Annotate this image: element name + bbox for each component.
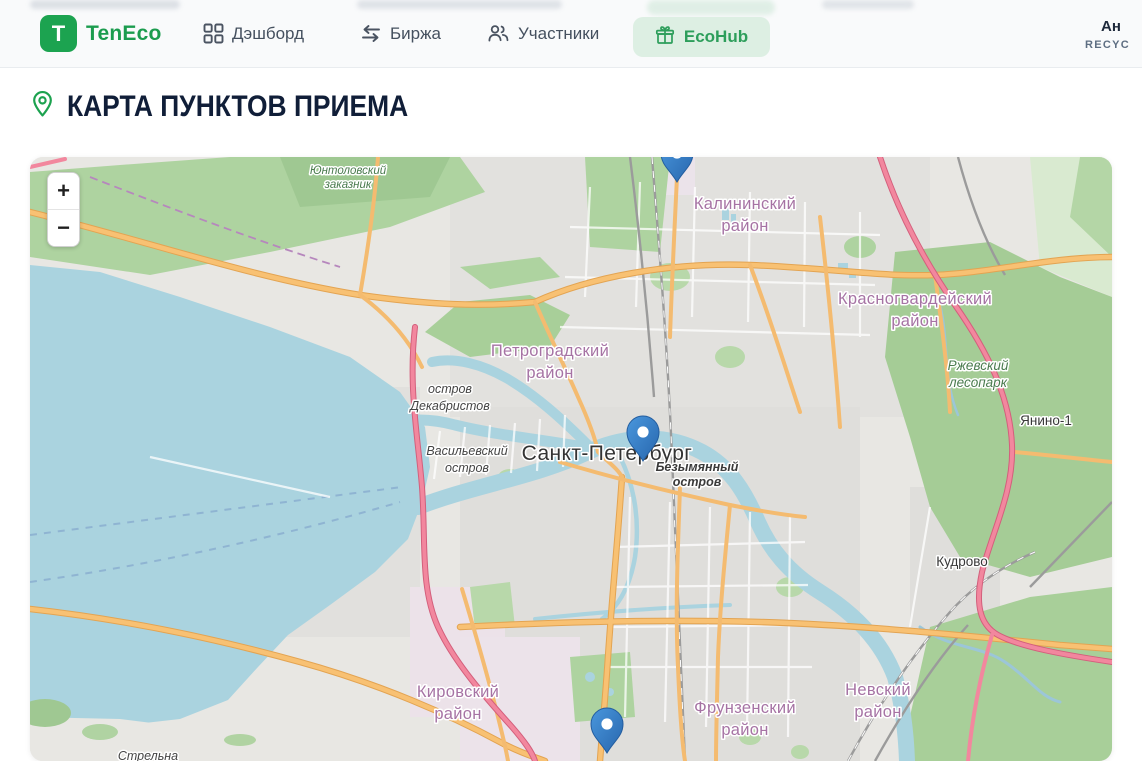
nav-item-exchange[interactable]: Биржа [360, 0, 441, 67]
dashboard-grid-icon [203, 23, 224, 44]
ghost-pill-blur [647, 0, 775, 15]
nav-label: Биржа [390, 23, 441, 43]
map-label: Янино-1 [1020, 413, 1072, 428]
map-label: Кудрово [936, 554, 988, 569]
nav-label: Дэшборд [232, 23, 305, 43]
ghost-text-blur [822, 0, 914, 9]
gift-icon [655, 25, 675, 50]
user-role-badge: RECYC [1085, 39, 1131, 51]
map-label: Стрельна [118, 749, 178, 761]
ghost-text-blur [30, 0, 180, 9]
nav-label: EcoHub [683, 27, 749, 46]
app-root: { "header": { "logo_letter": "T", "brand… [0, 0, 1142, 761]
top-navbar: T TenEco Дэшборд Биржа Участники EcoHub … [0, 0, 1142, 68]
nav-item-ecohub[interactable]: EcoHub [633, 17, 770, 57]
zoom-out-button[interactable]: − [48, 210, 79, 246]
nav-item-participants[interactable]: Участники [487, 0, 599, 67]
page-title-row: КАРТА ПУНКТОВ ПРИЕМА [30, 90, 455, 123]
nav-item-dashboard[interactable]: Дэшборд [203, 0, 304, 67]
map-tiles: Калининский районКрасногвардейский районПе… [30, 157, 1112, 761]
map-pin-icon [30, 90, 55, 123]
zoom-in-button[interactable]: + [48, 173, 79, 209]
page-title: КАРТА ПУНКТОВ ПРИЕМА [67, 89, 409, 123]
brand-name[interactable]: TenEco [86, 22, 162, 46]
map-zoom-control: + − [47, 172, 80, 247]
exchange-arrows-icon [360, 23, 382, 44]
nav-label: Участники [518, 23, 600, 43]
user-name[interactable]: Ан [1101, 18, 1121, 35]
map-canvas[interactable]: Калининский район Красногвардейский район Пе… [30, 157, 1112, 761]
people-icon [487, 23, 510, 44]
brand-logo[interactable]: T [40, 15, 77, 52]
brand-logo-letter: T [51, 20, 66, 46]
